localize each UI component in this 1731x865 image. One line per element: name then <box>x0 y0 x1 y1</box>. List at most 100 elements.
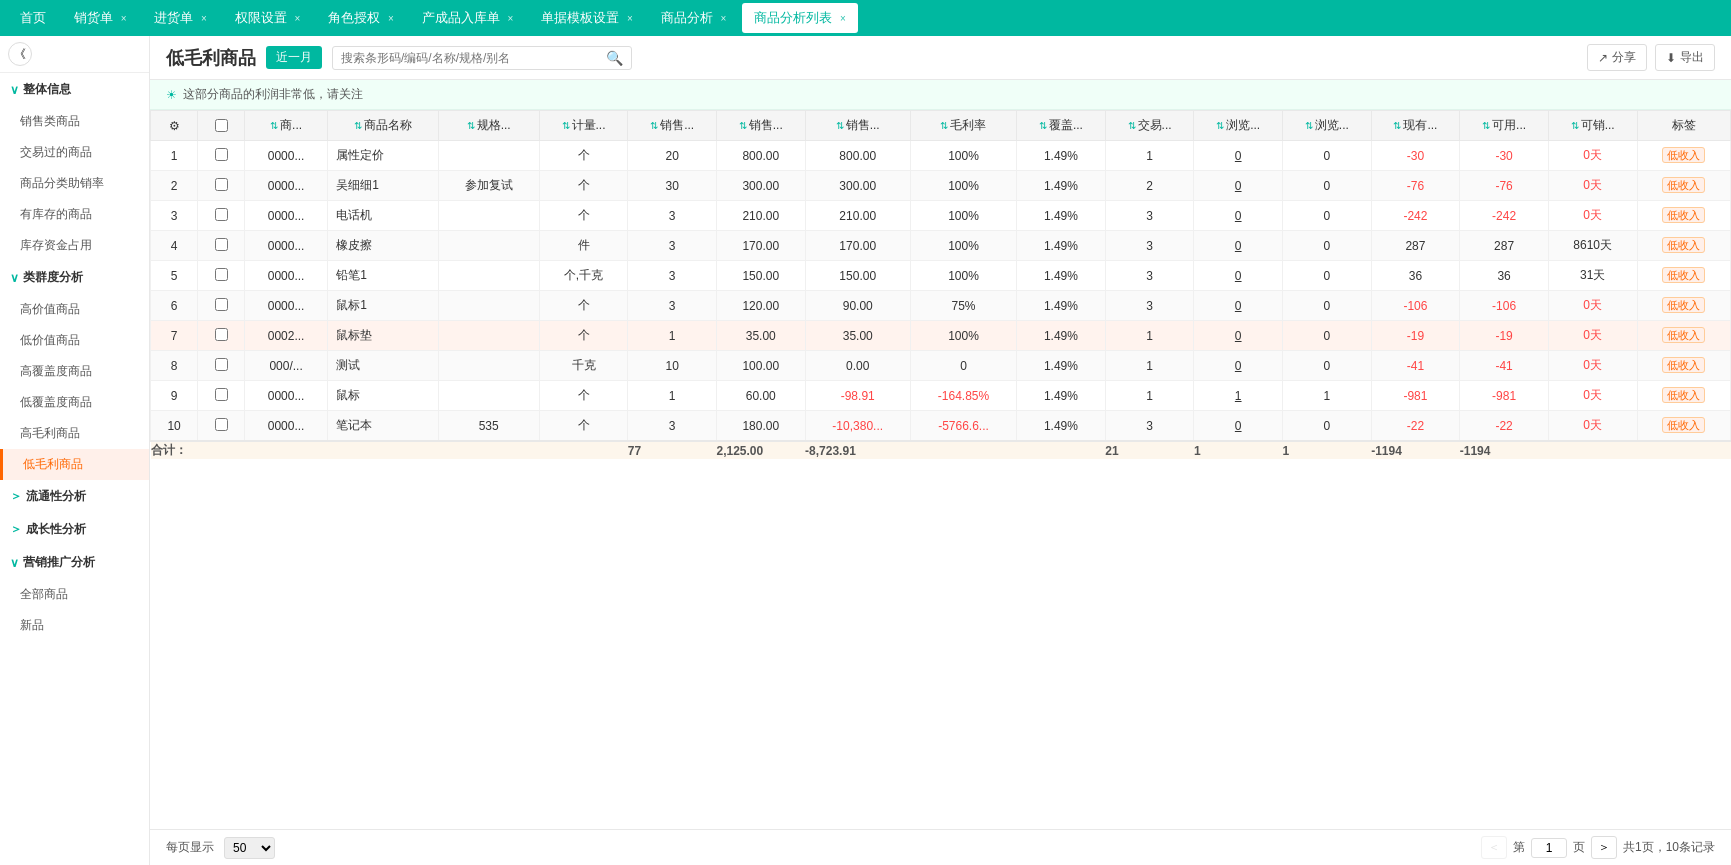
nav-product-inbound-close[interactable]: × <box>508 13 514 24</box>
sidebar-group-growth[interactable]: ＞ 成长性分析 <box>0 513 149 546</box>
view1-link[interactable]: 1 <box>1235 389 1242 403</box>
row-checkbox[interactable] <box>198 141 245 171</box>
nav-goods-analysis-list-close[interactable]: × <box>840 13 846 24</box>
nav-sales[interactable]: 销货单 × <box>62 3 138 33</box>
nav-goods-analysis[interactable]: 商品分析 × <box>649 3 738 33</box>
row-select-checkbox[interactable] <box>215 358 228 371</box>
row-name[interactable]: 笔记本 <box>328 411 438 442</box>
row-checkbox[interactable] <box>198 261 245 291</box>
per-page-select[interactable]: 50 100 200 <box>224 837 275 859</box>
col-current[interactable]: ⇅现有... <box>1371 111 1460 141</box>
sidebar-stocked-goods[interactable]: 有库存的商品 <box>0 199 149 230</box>
row-select-checkbox[interactable] <box>215 208 228 221</box>
row-name[interactable]: 鼠标1 <box>328 291 438 321</box>
col-settings[interactable]: ⚙ <box>151 111 198 141</box>
sidebar-category-sales[interactable]: 商品分类助销率 <box>0 168 149 199</box>
sidebar-group-circulation[interactable]: ＞ 流通性分析 <box>0 480 149 513</box>
row-checkbox[interactable] <box>198 381 245 411</box>
nav-permissions[interactable]: 权限设置 × <box>223 3 312 33</box>
row-view1[interactable]: 0 <box>1194 171 1283 201</box>
row-name[interactable]: 电话机 <box>328 201 438 231</box>
sidebar-traded-goods[interactable]: 交易过的商品 <box>0 137 149 168</box>
row-select-checkbox[interactable] <box>215 148 228 161</box>
view1-link[interactable]: 0 <box>1235 179 1242 193</box>
sidebar-low-value[interactable]: 低价值商品 <box>0 325 149 356</box>
nav-template[interactable]: 单据模板设置 × <box>529 3 644 33</box>
share-button[interactable]: ↗ 分享 <box>1587 44 1647 71</box>
row-select-checkbox[interactable] <box>215 328 228 341</box>
col-view2[interactable]: ⇅浏览... <box>1283 111 1372 141</box>
row-view1[interactable]: 0 <box>1194 231 1283 261</box>
row-view1[interactable]: 0 <box>1194 261 1283 291</box>
next-page-btn[interactable]: ＞ <box>1591 836 1617 859</box>
nav-roles[interactable]: 角色授权 × <box>316 3 405 33</box>
col-view1[interactable]: ⇅浏览... <box>1194 111 1283 141</box>
sidebar-high-value[interactable]: 高价值商品 <box>0 294 149 325</box>
nav-template-close[interactable]: × <box>627 13 633 24</box>
nav-roles-close[interactable]: × <box>388 13 394 24</box>
row-select-checkbox[interactable] <box>215 418 228 431</box>
sidebar-stock-fund[interactable]: 库存资金占用 <box>0 230 149 261</box>
row-view1[interactable]: 0 <box>1194 321 1283 351</box>
row-select-checkbox[interactable] <box>215 268 228 281</box>
nav-goods-analysis-close[interactable]: × <box>720 13 726 24</box>
col-spec[interactable]: ⇅规格... <box>438 111 539 141</box>
row-view1[interactable]: 1 <box>1194 381 1283 411</box>
sidebar-group-marketing[interactable]: ∨ 营销推广分析 <box>0 546 149 579</box>
nav-goods-analysis-list[interactable]: 商品分析列表 × <box>742 3 857 33</box>
row-select-checkbox[interactable] <box>215 238 228 251</box>
search-icon[interactable]: 🔍 <box>606 50 623 66</box>
period-button[interactable]: 近一月 <box>266 46 322 69</box>
row-checkbox[interactable] <box>198 351 245 381</box>
nav-home[interactable]: 首页 <box>8 3 58 33</box>
col-name[interactable]: ⇅商品名称 <box>328 111 438 141</box>
nav-purchase[interactable]: 进货单 × <box>142 3 218 33</box>
row-checkbox[interactable] <box>198 201 245 231</box>
row-view1[interactable]: 0 <box>1194 291 1283 321</box>
nav-product-inbound[interactable]: 产成品入库单 × <box>410 3 525 33</box>
select-all-checkbox[interactable] <box>215 119 228 132</box>
sidebar-group-cluster[interactable]: ∨ 类群度分析 <box>0 261 149 294</box>
row-view1[interactable]: 0 <box>1194 141 1283 171</box>
row-name[interactable]: 吴细细1 <box>328 171 438 201</box>
view1-link[interactable]: 0 <box>1235 209 1242 223</box>
sidebar-all-goods[interactable]: 全部商品 <box>0 579 149 610</box>
sidebar-sales-goods[interactable]: 销售类商品 <box>0 106 149 137</box>
row-name[interactable]: 鼠标垫 <box>328 321 438 351</box>
col-available[interactable]: ⇅可用... <box>1460 111 1549 141</box>
sidebar-high-coverage[interactable]: 高覆盖度商品 <box>0 356 149 387</box>
sidebar-low-coverage[interactable]: 低覆盖度商品 <box>0 387 149 418</box>
row-checkbox[interactable] <box>198 321 245 351</box>
col-sellable[interactable]: ⇅可销... <box>1548 111 1637 141</box>
view1-link[interactable]: 0 <box>1235 239 1242 253</box>
col-sales-amount[interactable]: ⇅销售... <box>805 111 910 141</box>
view1-link[interactable]: 0 <box>1235 149 1242 163</box>
view1-link[interactable]: 0 <box>1235 329 1242 343</box>
row-select-checkbox[interactable] <box>215 298 228 311</box>
view1-link[interactable]: 0 <box>1235 419 1242 433</box>
col-coverage[interactable]: ⇅覆盖... <box>1017 111 1106 141</box>
col-sales-price[interactable]: ⇅销售... <box>716 111 805 141</box>
row-name[interactable]: 橡皮擦 <box>328 231 438 261</box>
row-select-checkbox[interactable] <box>215 388 228 401</box>
col-sales-qty[interactable]: ⇅销售... <box>628 111 717 141</box>
view1-link[interactable]: 0 <box>1235 299 1242 313</box>
sidebar-group-overall[interactable]: ∨ 整体信息 <box>0 73 149 106</box>
row-checkbox[interactable] <box>198 231 245 261</box>
row-checkbox[interactable] <box>198 291 245 321</box>
row-select-checkbox[interactable] <box>215 178 228 191</box>
col-unit[interactable]: ⇅计量... <box>539 111 628 141</box>
sidebar-new-goods[interactable]: 新品 <box>0 610 149 641</box>
search-input[interactable] <box>341 51 606 65</box>
nav-sales-close[interactable]: × <box>121 13 127 24</box>
row-name[interactable]: 属性定价 <box>328 141 438 171</box>
nav-permissions-close[interactable]: × <box>295 13 301 24</box>
sidebar-collapse-btn[interactable]: 《 <box>8 42 32 66</box>
row-checkbox[interactable] <box>198 171 245 201</box>
row-view1[interactable]: 0 <box>1194 351 1283 381</box>
row-checkbox[interactable] <box>198 411 245 442</box>
col-checkbox[interactable] <box>198 111 245 141</box>
row-name[interactable]: 测试 <box>328 351 438 381</box>
col-code[interactable]: ⇅商... <box>244 111 327 141</box>
sidebar-high-margin[interactable]: 高毛利商品 <box>0 418 149 449</box>
